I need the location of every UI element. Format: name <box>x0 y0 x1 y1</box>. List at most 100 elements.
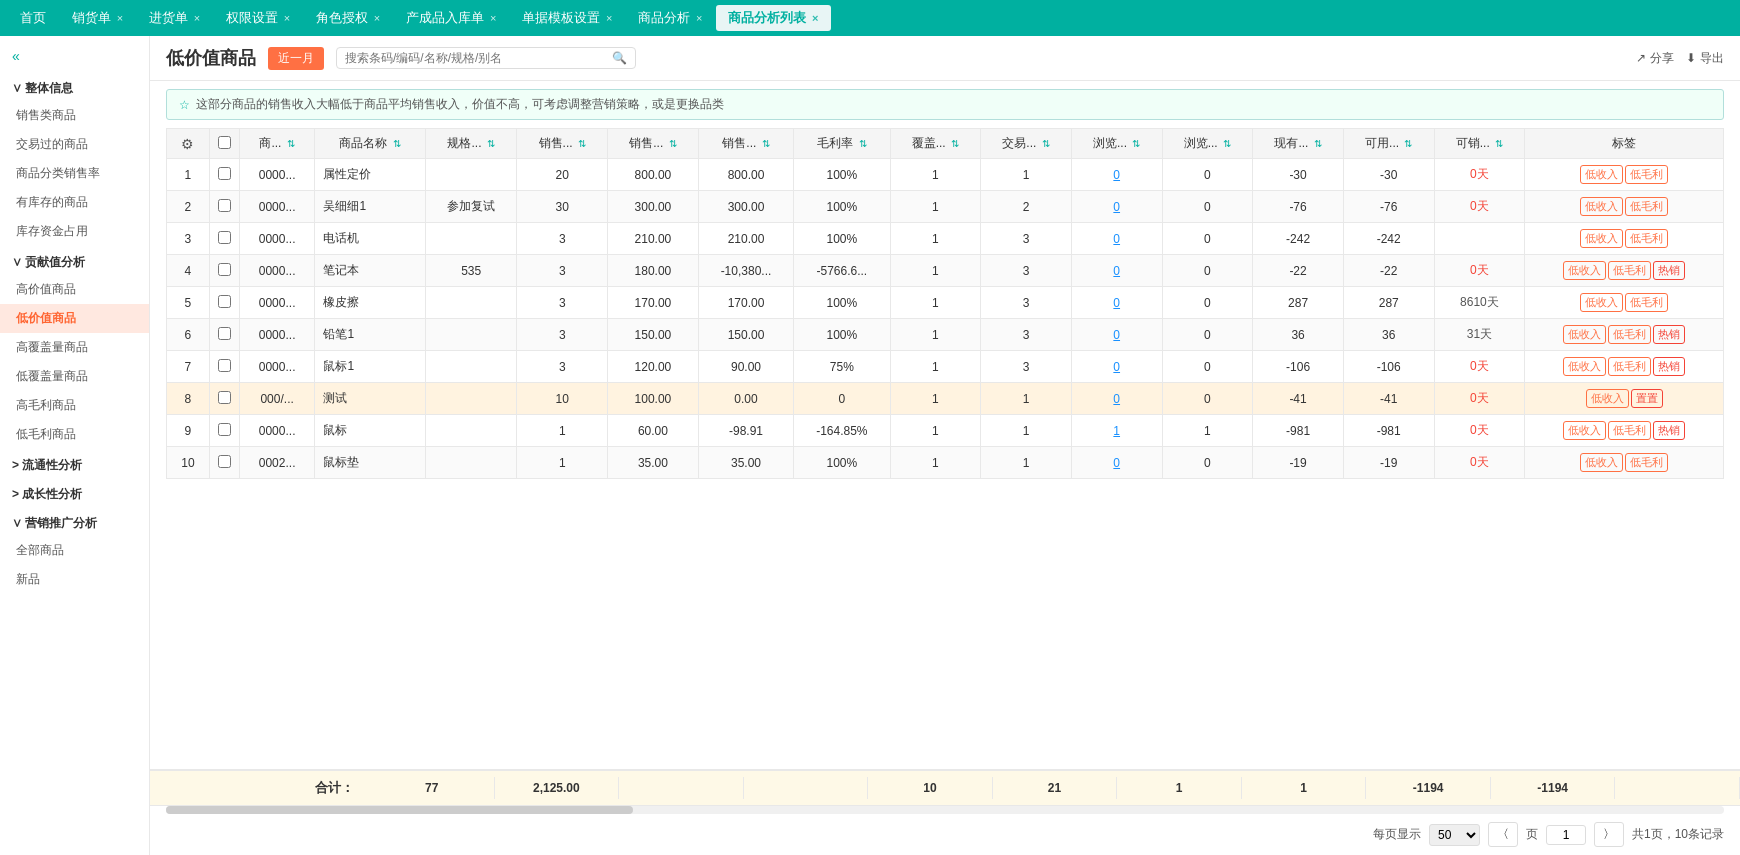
nav-home[interactable]: 首页 <box>8 5 58 31</box>
row-checkbox-cell[interactable] <box>209 255 239 287</box>
row-checkbox[interactable] <box>218 295 231 308</box>
nav-templates-close[interactable]: × <box>606 12 612 24</box>
row-view1[interactable]: 0 <box>1071 159 1162 191</box>
sidebar-item-high-margin[interactable]: 高毛利商品 <box>0 391 149 420</box>
col-trade[interactable]: 交易... ⇅ <box>981 129 1072 159</box>
col-name[interactable]: 商品名称 ⇅ <box>315 129 425 159</box>
view1-link[interactable]: 0 <box>1113 392 1120 406</box>
col-spec[interactable]: 规格... ⇅ <box>425 129 517 159</box>
sidebar-item-high-value[interactable]: 高价值商品 <box>0 275 149 304</box>
nav-purchase[interactable]: 进货单 × <box>137 5 212 31</box>
sidebar-item-sales-products[interactable]: 销售类商品 <box>0 101 149 130</box>
sidebar-item-in-stock[interactable]: 有库存的商品 <box>0 188 149 217</box>
nav-stock-in[interactable]: 产成品入库单 × <box>394 5 508 31</box>
nav-roles-close[interactable]: × <box>374 12 380 24</box>
col-sales2[interactable]: 销售... ⇅ <box>698 129 793 159</box>
sidebar-item-high-coverage[interactable]: 高覆盖量商品 <box>0 333 149 362</box>
nav-stock-in-close[interactable]: × <box>490 12 496 24</box>
search-input[interactable] <box>345 51 608 65</box>
nav-product-analysis-list[interactable]: 商品分析列表 × <box>716 5 830 31</box>
row-view1[interactable]: 0 <box>1071 447 1162 479</box>
row-checkbox[interactable] <box>218 263 231 276</box>
time-filter-button[interactable]: 近一月 <box>268 47 324 70</box>
nav-sales[interactable]: 销货单 × <box>60 5 135 31</box>
col-tags[interactable]: 标签 <box>1525 129 1724 159</box>
table-container[interactable]: ⚙ 商... ⇅ 商品名称 ⇅ 规格... ⇅ 销售... ⇅ 销售... ⇅ … <box>150 128 1740 769</box>
sidebar-item-all-products[interactable]: 全部商品 <box>0 536 149 565</box>
col-view1[interactable]: 浏览... ⇅ <box>1071 129 1162 159</box>
nav-templates[interactable]: 单据模板设置 × <box>510 5 624 31</box>
view1-link[interactable]: 1 <box>1113 424 1120 438</box>
row-checkbox-cell[interactable] <box>209 223 239 255</box>
row-checkbox[interactable] <box>218 327 231 340</box>
col-cover[interactable]: 覆盖... ⇅ <box>890 129 981 159</box>
row-checkbox[interactable] <box>218 167 231 180</box>
view1-link[interactable]: 0 <box>1113 456 1120 470</box>
row-view1[interactable]: 0 <box>1071 287 1162 319</box>
share-button[interactable]: ↗ 分享 <box>1636 50 1674 67</box>
row-checkbox[interactable] <box>218 391 231 404</box>
search-icon[interactable]: 🔍 <box>612 51 627 65</box>
row-checkbox[interactable] <box>218 455 231 468</box>
view1-link[interactable]: 0 <box>1113 328 1120 342</box>
export-button[interactable]: ⬇ 导出 <box>1686 50 1724 67</box>
sidebar-item-low-value[interactable]: 低价值商品 <box>0 304 149 333</box>
col-cur-stock[interactable]: 现有... ⇅ <box>1253 129 1344 159</box>
row-checkbox-cell[interactable] <box>209 447 239 479</box>
col-view2[interactable]: 浏览... ⇅ <box>1162 129 1253 159</box>
row-checkbox-cell[interactable] <box>209 287 239 319</box>
view1-link[interactable]: 0 <box>1113 200 1120 214</box>
col-qty[interactable]: 销售... ⇅ <box>517 129 608 159</box>
col-avail[interactable]: 可用... ⇅ <box>1343 129 1434 159</box>
row-checkbox[interactable] <box>218 199 231 212</box>
row-checkbox[interactable] <box>218 231 231 244</box>
sidebar-item-capital[interactable]: 库存资金占用 <box>0 217 149 246</box>
sidebar-item-traded[interactable]: 交易过的商品 <box>0 130 149 159</box>
per-page-select[interactable]: 50 100 200 <box>1429 824 1480 846</box>
view1-link[interactable]: 0 <box>1113 168 1120 182</box>
sidebar-item-low-coverage[interactable]: 低覆盖量商品 <box>0 362 149 391</box>
page-input[interactable] <box>1546 825 1586 845</box>
nav-roles[interactable]: 角色授权 × <box>304 5 392 31</box>
row-view1[interactable]: 1 <box>1071 415 1162 447</box>
sidebar-collapse-btn[interactable]: « <box>8 44 24 68</box>
sidebar-section-liquidity[interactable]: > 流通性分析 <box>0 449 149 478</box>
sidebar-item-low-margin[interactable]: 低毛利商品 <box>0 420 149 449</box>
col-code[interactable]: 商... ⇅ <box>239 129 315 159</box>
view1-link[interactable]: 0 <box>1113 264 1120 278</box>
sidebar-item-category-rate[interactable]: 商品分类销售率 <box>0 159 149 188</box>
view1-link[interactable]: 0 <box>1113 232 1120 246</box>
sidebar-item-new-products[interactable]: 新品 <box>0 565 149 594</box>
col-sellable[interactable]: 可销... ⇅ <box>1434 129 1525 159</box>
nav-product-analysis[interactable]: 商品分析 × <box>626 5 714 31</box>
col-checkbox[interactable] <box>209 129 239 159</box>
row-checkbox[interactable] <box>218 359 231 372</box>
row-checkbox[interactable] <box>218 423 231 436</box>
nav-permissions[interactable]: 权限设置 × <box>214 5 302 31</box>
row-view1[interactable]: 0 <box>1071 351 1162 383</box>
select-all-checkbox[interactable] <box>218 136 231 149</box>
nav-list-close[interactable]: × <box>812 12 818 24</box>
row-view1[interactable]: 0 <box>1071 383 1162 415</box>
row-checkbox-cell[interactable] <box>209 159 239 191</box>
nav-permissions-close[interactable]: × <box>284 12 290 24</box>
next-page-button[interactable]: 〉 <box>1594 822 1624 847</box>
row-checkbox-cell[interactable] <box>209 383 239 415</box>
col-gear[interactable]: ⚙ <box>167 129 210 159</box>
col-sales1[interactable]: 销售... ⇅ <box>608 129 699 159</box>
nav-purchase-close[interactable]: × <box>194 12 200 24</box>
row-view1[interactable]: 0 <box>1071 255 1162 287</box>
row-checkbox-cell[interactable] <box>209 415 239 447</box>
prev-page-button[interactable]: 〈 <box>1488 822 1518 847</box>
nav-sales-close[interactable]: × <box>117 12 123 24</box>
sidebar-section-growth[interactable]: > 成长性分析 <box>0 478 149 507</box>
row-checkbox-cell[interactable] <box>209 351 239 383</box>
col-margin[interactable]: 毛利率 ⇅ <box>794 129 890 159</box>
view1-link[interactable]: 0 <box>1113 296 1120 310</box>
row-view1[interactable]: 0 <box>1071 191 1162 223</box>
view1-link[interactable]: 0 <box>1113 360 1120 374</box>
row-checkbox-cell[interactable] <box>209 191 239 223</box>
nav-analysis-close[interactable]: × <box>696 12 702 24</box>
row-view1[interactable]: 0 <box>1071 319 1162 351</box>
row-checkbox-cell[interactable] <box>209 319 239 351</box>
